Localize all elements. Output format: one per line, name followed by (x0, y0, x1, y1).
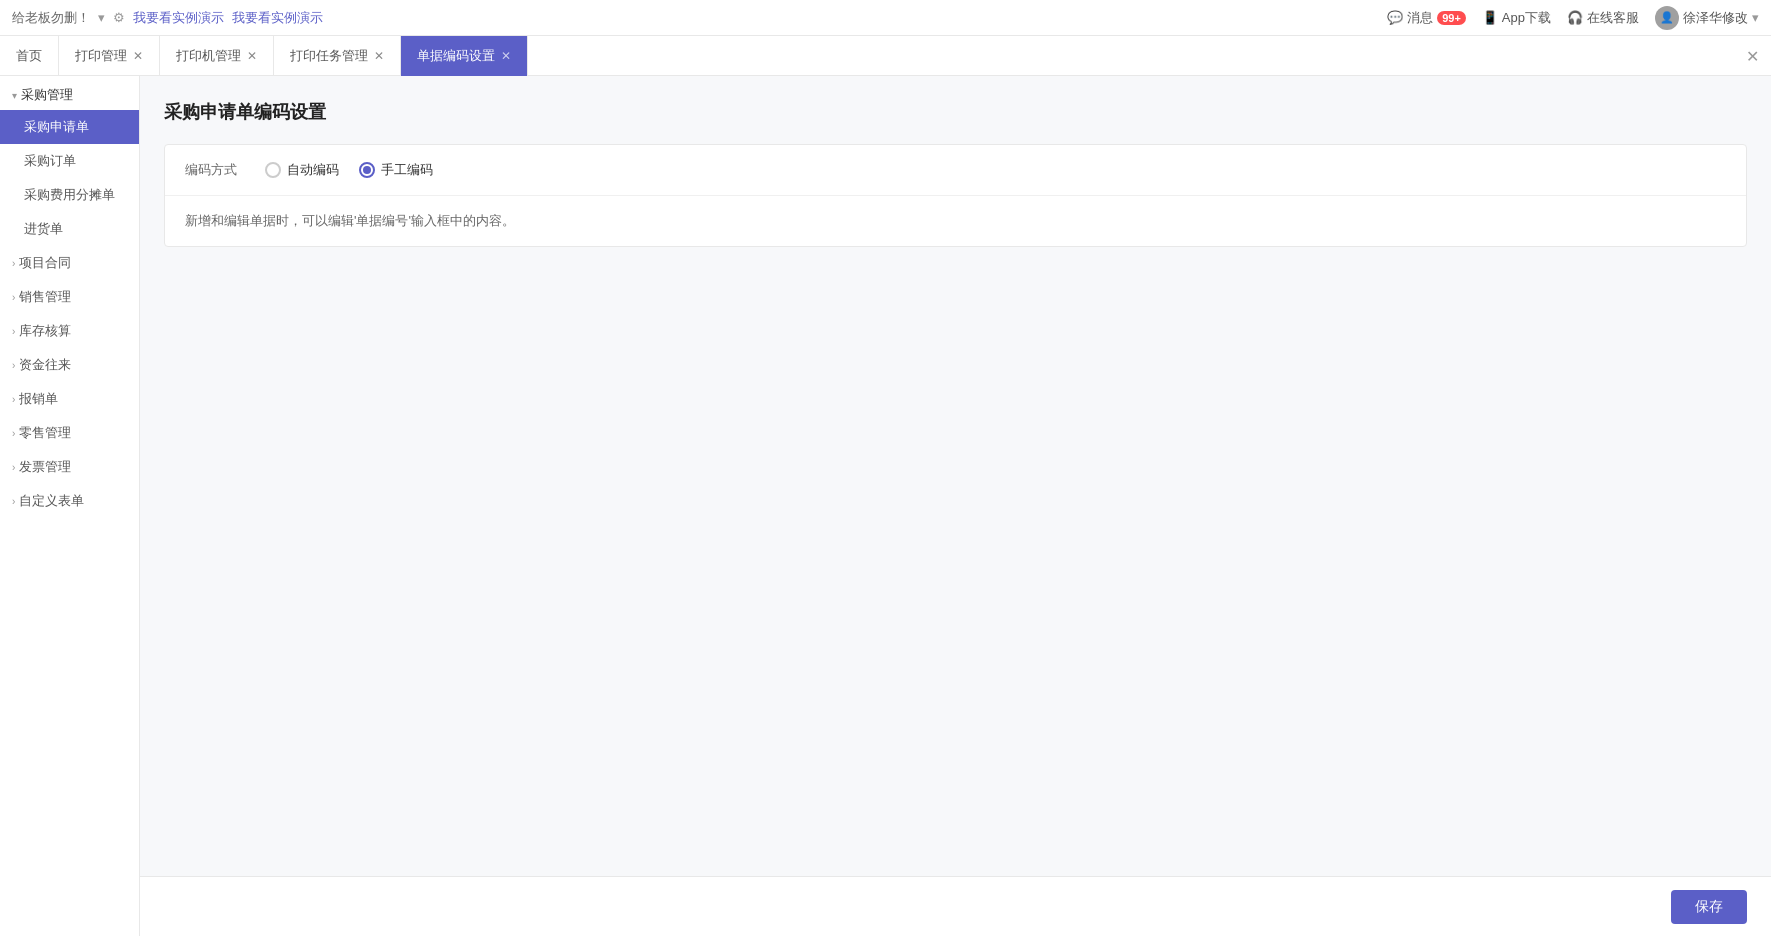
hint-text: 新增和编辑单据时，可以编辑'单据编号'输入框中的内容。 (165, 196, 1746, 246)
tab-printer-mgmt-close[interactable]: ✕ (247, 49, 257, 63)
chevron-right-icon-7: › (12, 462, 15, 473)
chevron-right-icon-4: › (12, 360, 15, 371)
message-badge: 99+ (1437, 11, 1466, 25)
sidebar-item-purchase-expense[interactable]: 采购费用分摊单 (0, 178, 139, 212)
top-bar-brand: 给老板勿删！ (12, 9, 90, 27)
tab-home-label: 首页 (16, 47, 42, 65)
chevron-right-icon-8: › (12, 496, 15, 507)
user-dropdown-icon: ▾ (1752, 10, 1759, 25)
sidebar-group-returns[interactable]: › 报销单 (0, 382, 139, 416)
tab-barcode-settings[interactable]: 单据编码设置 ✕ (401, 36, 528, 76)
headset-icon: 🎧 (1567, 10, 1583, 25)
content-inner: 采购申请单编码设置 编码方式 自动编码 手工编码 (140, 76, 1771, 936)
message-icon: 💬 (1387, 10, 1403, 25)
chevron-right-icon-5: › (12, 394, 15, 405)
page-title: 采购申请单编码设置 (164, 100, 1747, 124)
sidebar-item-purchase-request-label: 采购申请单 (24, 119, 89, 134)
sidebar: ▾ 采购管理 采购申请单 采购订单 采购费用分摊单 进货单 › 项目合同 › 销… (0, 76, 140, 936)
manual-code-option[interactable]: 手工编码 (359, 161, 433, 179)
app-icon: 📱 (1482, 10, 1498, 25)
user-profile-button[interactable]: 👤 徐泽华修改 ▾ (1655, 6, 1759, 30)
top-bar-right: 💬 消息 99+ 📱 App下载 🎧 在线客服 👤 徐泽华修改 ▾ (1387, 6, 1759, 30)
demo-label-text[interactable]: 我要看实例演示 (232, 9, 323, 27)
sidebar-group-invoice-mgmt-label: 发票管理 (19, 458, 71, 476)
tab-home[interactable]: 首页 (0, 36, 59, 76)
chevron-right-icon-3: › (12, 326, 15, 337)
sidebar-item-stock-in-label: 进货单 (24, 221, 63, 236)
sidebar-group-project-contract[interactable]: › 项目合同 (0, 246, 139, 280)
message-label: 消息 (1407, 9, 1433, 27)
tab-print-mgmt-close[interactable]: ✕ (133, 49, 143, 63)
sidebar-group-inventory-label: 库存核算 (19, 322, 71, 340)
app-download-button[interactable]: 📱 App下载 (1482, 9, 1551, 27)
sidebar-group-purchase-title[interactable]: ▾ 采购管理 (0, 76, 139, 110)
online-service-label: 在线客服 (1587, 9, 1639, 27)
sidebar-group-funds[interactable]: › 资金往来 (0, 348, 139, 382)
top-bar: 给老板勿删！ ▾ ⚙ 我要看实例演示 我要看实例演示 💬 消息 99+ 📱 Ap… (0, 0, 1771, 36)
panel-close-button[interactable]: ✕ (1734, 36, 1771, 76)
sidebar-group-purchase: ▾ 采购管理 采购申请单 采购订单 采购费用分摊单 进货单 (0, 76, 139, 246)
content-area: 采购申请单编码设置 编码方式 自动编码 手工编码 (140, 76, 1771, 936)
sidebar-group-custom-forms-label: 自定义表单 (19, 492, 84, 510)
chevron-right-icon-6: › (12, 428, 15, 439)
tab-barcode-settings-label: 单据编码设置 (417, 47, 495, 65)
sidebar-group-project-contract-label: 项目合同 (19, 254, 71, 272)
radio-group: 自动编码 手工编码 (265, 161, 433, 179)
sidebar-group-retail-mgmt[interactable]: › 零售管理 (0, 416, 139, 450)
demo-link[interactable]: 我要看实例演示 (133, 9, 224, 27)
manual-code-radio[interactable] (359, 162, 375, 178)
tab-bar: 首页 打印管理 ✕ 打印机管理 ✕ 打印任务管理 ✕ 单据编码设置 ✕ ✕ (0, 36, 1771, 76)
sidebar-group-returns-label: 报销单 (19, 390, 58, 408)
tab-print-mgmt[interactable]: 打印管理 ✕ (59, 36, 160, 76)
dropdown-icon: ▾ (98, 10, 105, 25)
tab-barcode-settings-close[interactable]: ✕ (501, 49, 511, 63)
online-service-button[interactable]: 🎧 在线客服 (1567, 9, 1639, 27)
message-button[interactable]: 💬 消息 99+ (1387, 9, 1466, 27)
tab-print-task-mgmt-label: 打印任务管理 (290, 47, 368, 65)
sidebar-group-inventory[interactable]: › 库存核算 (0, 314, 139, 348)
save-button[interactable]: 保存 (1671, 890, 1747, 924)
tab-printer-mgmt[interactable]: 打印机管理 ✕ (160, 36, 274, 76)
sidebar-group-sales-mgmt[interactable]: › 销售管理 (0, 280, 139, 314)
sidebar-group-invoice-mgmt[interactable]: › 发票管理 (0, 450, 139, 484)
sidebar-group-sales-mgmt-label: 销售管理 (19, 288, 71, 306)
sidebar-item-purchase-order[interactable]: 采购订单 (0, 144, 139, 178)
tab-printer-mgmt-label: 打印机管理 (176, 47, 241, 65)
manual-code-label: 手工编码 (381, 161, 433, 179)
tab-print-task-mgmt-close[interactable]: ✕ (374, 49, 384, 63)
sidebar-group-retail-mgmt-label: 零售管理 (19, 424, 71, 442)
chevron-right-icon-2: › (12, 292, 15, 303)
settings-card: 编码方式 自动编码 手工编码 新增和编辑单据时，可以编辑'单据编号'输入框中的内… (164, 144, 1747, 247)
chevron-right-icon: › (12, 258, 15, 269)
content-footer: 保存 (140, 876, 1771, 936)
user-name: 徐泽华修改 (1683, 9, 1748, 27)
tab-print-task-mgmt[interactable]: 打印任务管理 ✕ (274, 36, 401, 76)
encoding-method-label: 编码方式 (185, 161, 265, 179)
auto-code-option[interactable]: 自动编码 (265, 161, 339, 179)
sidebar-item-purchase-order-label: 采购订单 (24, 153, 76, 168)
app-download-label: App下载 (1502, 9, 1551, 27)
sidebar-item-purchase-request[interactable]: 采购申请单 (0, 110, 139, 144)
main-layout: ▾ 采购管理 采购申请单 采购订单 采购费用分摊单 进货单 › 项目合同 › 销… (0, 76, 1771, 936)
auto-code-label: 自动编码 (287, 161, 339, 179)
settings-icon[interactable]: ⚙ (113, 10, 125, 25)
sidebar-group-funds-label: 资金往来 (19, 356, 71, 374)
top-bar-left: 给老板勿删！ ▾ ⚙ 我要看实例演示 我要看实例演示 (12, 9, 323, 27)
sidebar-group-purchase-label: 采购管理 (21, 86, 73, 104)
sidebar-item-purchase-expense-label: 采购费用分摊单 (24, 187, 115, 202)
tab-print-mgmt-label: 打印管理 (75, 47, 127, 65)
chevron-down-icon: ▾ (12, 90, 17, 101)
encoding-method-row: 编码方式 自动编码 手工编码 (165, 145, 1746, 196)
sidebar-group-custom-forms[interactable]: › 自定义表单 (0, 484, 139, 518)
avatar: 👤 (1655, 6, 1679, 30)
sidebar-item-stock-in[interactable]: 进货单 (0, 212, 139, 246)
auto-code-radio[interactable] (265, 162, 281, 178)
